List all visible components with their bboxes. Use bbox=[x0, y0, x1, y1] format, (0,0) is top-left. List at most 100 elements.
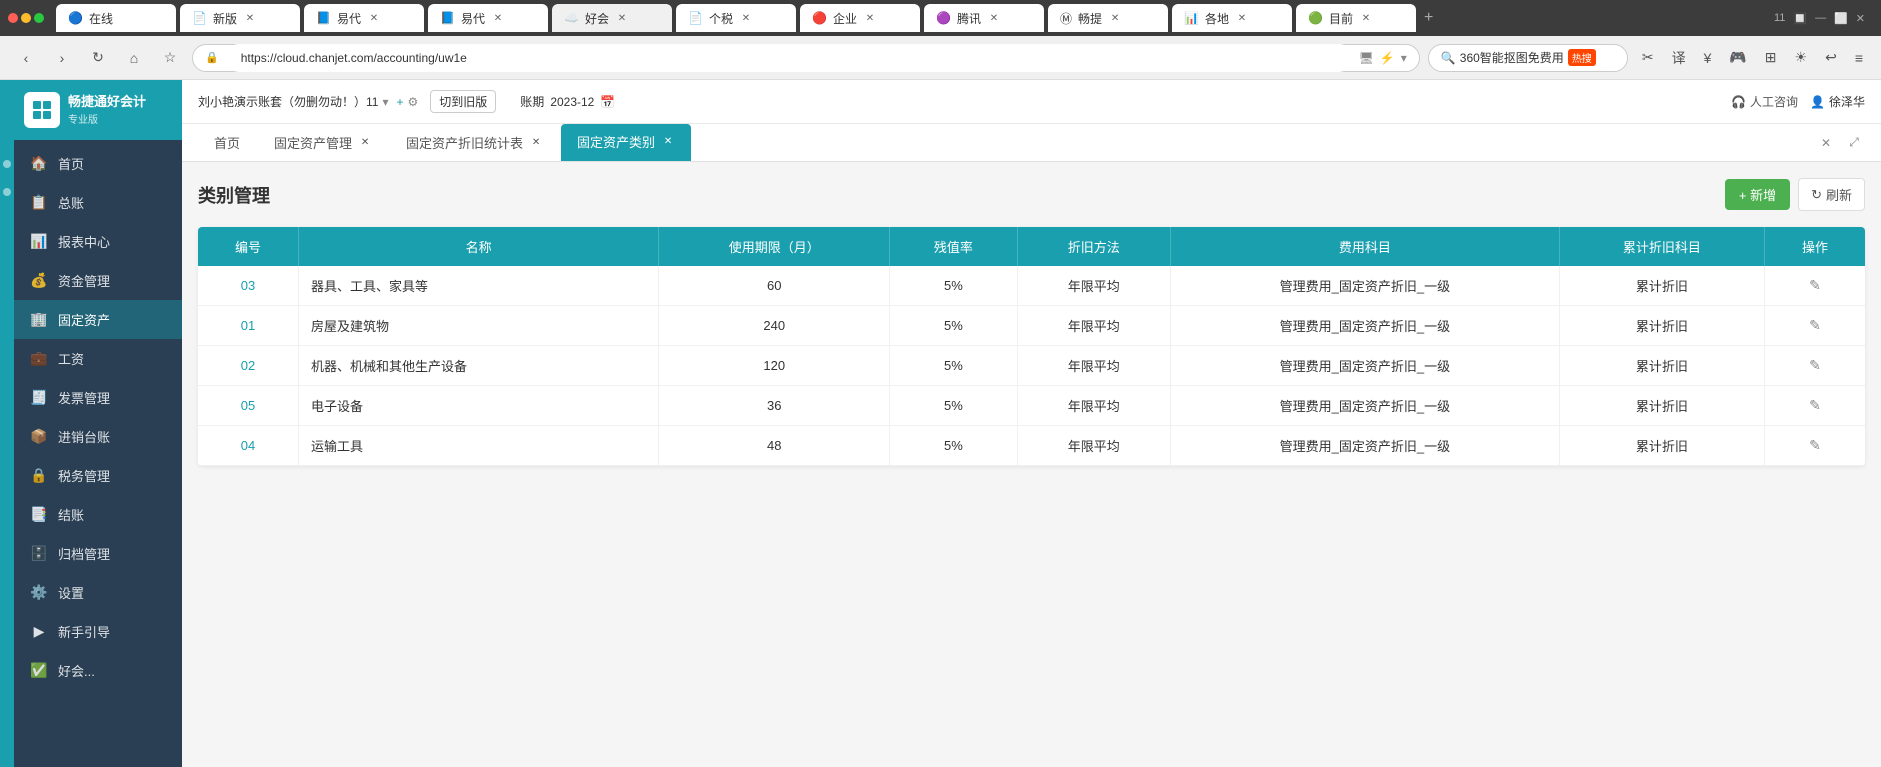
sidebar-item-label: 结账 bbox=[58, 505, 84, 524]
sidebar-item-archive[interactable]: 🗄️ 归档管理 bbox=[14, 534, 182, 573]
translate-icon[interactable]: 译 bbox=[1666, 46, 1692, 70]
page-header: 类别管理 + 新增 ↻ 刷新 bbox=[198, 178, 1865, 211]
id-link[interactable]: 05 bbox=[241, 398, 255, 413]
boost-icon: ⚡ bbox=[1380, 51, 1395, 65]
tab-close-8[interactable]: ✕ bbox=[987, 11, 1001, 25]
sidebar-item-tax[interactable]: 🔒 税务管理 bbox=[14, 456, 182, 495]
new-tab-btn[interactable]: + bbox=[1424, 9, 1433, 27]
browser-tab-4[interactable]: 📘 易代 ✕ bbox=[428, 4, 548, 32]
maximize-tab-btn[interactable]: ⤢ bbox=[1843, 132, 1865, 154]
tab-close-fixed-mgmt[interactable]: ✕ bbox=[358, 136, 372, 150]
sidebar-item-reports[interactable]: 📊 报表中心 bbox=[14, 222, 182, 261]
tab-fixed-mgmt[interactable]: 固定资产管理 ✕ bbox=[258, 125, 388, 160]
edit-btn[interactable]: ✎ bbox=[1809, 357, 1821, 373]
settings-gear-icon[interactable]: ⚙ bbox=[408, 95, 419, 109]
edit-btn[interactable]: ✎ bbox=[1809, 317, 1821, 333]
sidebar-item-invoice[interactable]: 🧾 发票管理 bbox=[14, 378, 182, 417]
user-profile-btn[interactable]: 👤 徐泽华 bbox=[1810, 93, 1865, 110]
browser-tab-2[interactable]: 📄 新版 ✕ bbox=[180, 4, 300, 32]
home-btn[interactable]: ⌂ bbox=[120, 44, 148, 72]
add-company-btn[interactable]: + bbox=[397, 95, 404, 109]
calendar-icon[interactable]: 📅 bbox=[600, 95, 615, 109]
sidebar-item-fixed-assets[interactable]: 🏢 固定资产 bbox=[14, 300, 182, 339]
address-input[interactable] bbox=[225, 44, 1353, 72]
cell-action: ✎ bbox=[1764, 266, 1865, 306]
history-icon[interactable]: ↩ bbox=[1819, 47, 1843, 68]
brightness-icon[interactable]: ☀ bbox=[1789, 47, 1814, 68]
sidebar-item-closing[interactable]: 📑 结账 bbox=[14, 495, 182, 534]
switch-version-btn[interactable]: 切到旧版 bbox=[430, 90, 496, 113]
sidebar-item-inventory[interactable]: 📦 进销台账 bbox=[14, 417, 182, 456]
hot-tag: 热搜 bbox=[1568, 49, 1596, 66]
user-account-label: 刘小艳演示账套（勿删勿动！）11 bbox=[198, 93, 378, 110]
close-all-tabs-btn[interactable]: ✕ bbox=[1815, 132, 1837, 154]
app-header: 刘小艳演示账套（勿删勿动！）11 ▾ + ⚙ 切到旧版 账期 2023-12 📅… bbox=[182, 80, 1881, 124]
browser-tab-10[interactable]: 📊 各地 ✕ bbox=[1172, 4, 1292, 32]
tab-close-3[interactable]: ✕ bbox=[367, 11, 381, 25]
edit-btn[interactable]: ✎ bbox=[1809, 277, 1821, 293]
tab-close-4[interactable]: ✕ bbox=[491, 11, 505, 25]
cell-period: 48 bbox=[659, 426, 890, 466]
sidebar-item-funds[interactable]: 💰 资金管理 bbox=[14, 261, 182, 300]
browser-tab-7[interactable]: 🔴 企业 ✕ bbox=[800, 4, 920, 32]
forward-btn[interactable]: › bbox=[48, 44, 76, 72]
bookmark-btn[interactable]: ☆ bbox=[156, 44, 184, 72]
search-icon: 🔍 bbox=[1441, 51, 1456, 65]
headset-icon: 🎧 bbox=[1731, 95, 1746, 109]
tab-close-2[interactable]: ✕ bbox=[243, 11, 257, 25]
tab-close-category[interactable]: ✕ bbox=[661, 135, 675, 149]
tab-depreciation[interactable]: 固定资产折旧统计表 ✕ bbox=[390, 125, 559, 160]
cell-name: 机器、机械和其他生产设备 bbox=[299, 346, 659, 386]
sidebar-item-guide[interactable]: ▶ 新手引导 bbox=[14, 612, 182, 651]
browser-tab-6[interactable]: 📄 个税 ✕ bbox=[676, 4, 796, 32]
tab-close-9[interactable]: ✕ bbox=[1108, 11, 1122, 25]
browser-tab-8[interactable]: 🟣 腾讯 ✕ bbox=[924, 4, 1044, 32]
edit-btn[interactable]: ✎ bbox=[1809, 397, 1821, 413]
sidebar-item-payroll[interactable]: 💼 工资 bbox=[14, 339, 182, 378]
tab-close-5[interactable]: ✕ bbox=[615, 11, 629, 25]
more-icon: ✅ bbox=[30, 662, 48, 680]
sidebar-item-home[interactable]: 🏠 首页 bbox=[14, 144, 182, 183]
browser-tab-11[interactable]: 🟢 目前 ✕ bbox=[1296, 4, 1416, 32]
cell-residual: 5% bbox=[890, 346, 1017, 386]
scissors-icon[interactable]: ✂ bbox=[1636, 47, 1660, 68]
expand-icon: ▾ bbox=[1401, 51, 1407, 65]
game-icon[interactable]: 🎮 bbox=[1723, 47, 1752, 68]
id-link[interactable]: 03 bbox=[241, 278, 255, 293]
browser-tab-1[interactable]: 🔵 在线 bbox=[56, 4, 176, 32]
sidebar-item-more[interactable]: ✅ 好会... bbox=[14, 651, 182, 690]
dropdown-icon[interactable]: ▾ bbox=[382, 95, 388, 109]
tab-home[interactable]: 首页 bbox=[198, 125, 256, 160]
menu-icon[interactable]: ≡ bbox=[1849, 48, 1869, 68]
id-link[interactable]: 01 bbox=[241, 318, 255, 333]
id-link[interactable]: 02 bbox=[241, 358, 255, 373]
refresh-table-btn[interactable]: ↻ 刷新 bbox=[1798, 178, 1865, 211]
left-edge bbox=[0, 80, 14, 767]
wallet-icon[interactable]: ¥ bbox=[1698, 48, 1718, 68]
tab-category[interactable]: 固定资产类别 ✕ bbox=[561, 124, 691, 161]
add-btn[interactable]: + 新增 bbox=[1725, 179, 1790, 210]
id-link[interactable]: 04 bbox=[241, 438, 255, 453]
period-label: 账期 bbox=[520, 93, 544, 110]
cell-expense: 管理费用_固定资产折旧_一级 bbox=[1170, 266, 1559, 306]
browser-tab-5[interactable]: ☁️ 好会 ✕ bbox=[552, 4, 672, 32]
sidebar-item-settings[interactable]: ⚙️ 设置 bbox=[14, 573, 182, 612]
tab-close-10[interactable]: ✕ bbox=[1235, 11, 1249, 25]
browser-tab-3[interactable]: 📘 易代 ✕ bbox=[304, 4, 424, 32]
refresh-btn[interactable]: ↻ bbox=[84, 44, 112, 72]
sidebar-item-ledger[interactable]: 📋 总账 bbox=[14, 183, 182, 222]
tab-close-7[interactable]: ✕ bbox=[863, 11, 877, 25]
sidebar-logo: 畅捷通好会计 专业版 bbox=[14, 80, 182, 140]
tab-close-11[interactable]: ✕ bbox=[1359, 11, 1373, 25]
grid-icon[interactable]: ⊞ bbox=[1759, 47, 1783, 68]
tab-close-6[interactable]: ✕ bbox=[739, 11, 753, 25]
edit-btn[interactable]: ✎ bbox=[1809, 437, 1821, 453]
browser-chrome: 🔵 在线 📄 新版 ✕ 📘 易代 ✕ 📘 易代 ✕ ☁️ 好会 ✕ 📄 个税 ✕… bbox=[0, 0, 1881, 36]
payroll-icon: 💼 bbox=[30, 350, 48, 368]
col-residual: 残值率 bbox=[890, 227, 1017, 266]
browser-tab-9[interactable]: Ⓜ 畅提 ✕ bbox=[1048, 4, 1168, 32]
support-btn[interactable]: 🎧 人工咨询 bbox=[1731, 93, 1798, 110]
cell-action: ✎ bbox=[1764, 386, 1865, 426]
back-btn[interactable]: ‹ bbox=[12, 44, 40, 72]
tab-close-depreciation[interactable]: ✕ bbox=[529, 136, 543, 150]
